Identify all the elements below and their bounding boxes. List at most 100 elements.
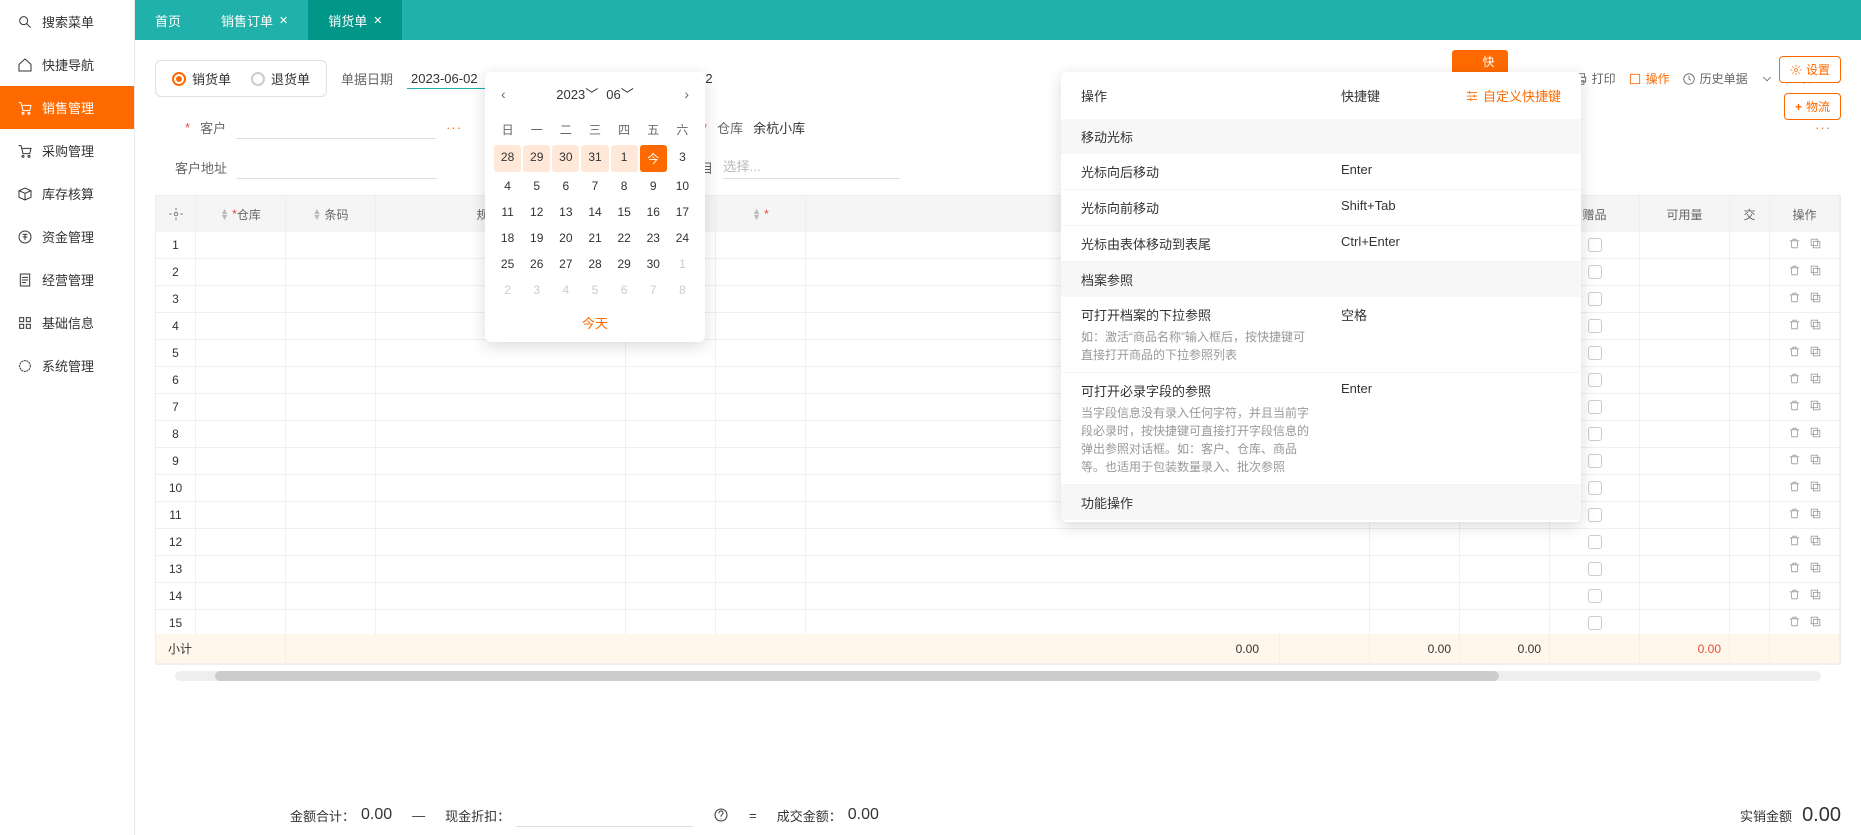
delete-icon[interactable] [1788, 615, 1801, 631]
sidebar-item-7[interactable]: 基础信息 [0, 301, 134, 344]
cal-day[interactable]: 8 [669, 278, 696, 302]
delete-icon[interactable] [1788, 264, 1801, 280]
cal-next[interactable]: › [684, 86, 689, 102]
sidebar-item-6[interactable]: 经营管理 [0, 258, 134, 301]
cal-day[interactable]: 22 [611, 226, 638, 250]
col-barcode[interactable]: ▲▼条码 [286, 196, 376, 232]
cal-year[interactable]: 2023﹀ [556, 84, 598, 103]
copy-icon[interactable] [1809, 318, 1822, 334]
delete-icon[interactable] [1788, 318, 1801, 334]
table-row[interactable]: 15 [156, 610, 1840, 634]
delete-icon[interactable] [1788, 237, 1801, 253]
cal-day[interactable]: 4 [552, 278, 579, 302]
horizontal-scrollbar[interactable] [175, 671, 1821, 681]
gift-checkbox[interactable] [1588, 454, 1602, 468]
col-avail[interactable]: 可用量 [1640, 196, 1730, 232]
col-mid1[interactable]: ▲▼* [716, 196, 806, 232]
gift-checkbox[interactable] [1588, 562, 1602, 576]
copy-icon[interactable] [1809, 372, 1822, 388]
close-icon[interactable]: ✕ [373, 14, 382, 27]
cal-day[interactable]: 26 [523, 252, 550, 276]
table-row[interactable]: 5 [156, 340, 1840, 367]
delete-icon[interactable] [1788, 291, 1801, 307]
cal-day[interactable]: 16 [640, 200, 667, 224]
gift-checkbox[interactable] [1588, 616, 1602, 630]
delete-icon[interactable] [1788, 507, 1801, 523]
table-row[interactable]: 13 [156, 556, 1840, 583]
tab-2[interactable]: 销货单✕ [308, 0, 402, 40]
cal-day[interactable]: 3 [669, 145, 696, 172]
delete-icon[interactable] [1788, 588, 1801, 604]
cal-day[interactable]: 2 [494, 278, 521, 302]
cal-day[interactable]: 28 [581, 252, 608, 276]
copy-icon[interactable] [1809, 534, 1822, 550]
copy-icon[interactable] [1809, 237, 1822, 253]
tab-1[interactable]: 销售订单✕ [201, 0, 308, 40]
cal-day[interactable]: 13 [552, 200, 579, 224]
col-deliver[interactable]: 交 [1730, 196, 1770, 232]
delete-icon[interactable] [1788, 399, 1801, 415]
copy-icon[interactable] [1809, 615, 1822, 631]
copy-icon[interactable] [1809, 264, 1822, 280]
warehouse-value[interactable]: 余杭小库 [753, 118, 805, 137]
gift-checkbox[interactable] [1588, 400, 1602, 414]
copy-icon[interactable] [1809, 426, 1822, 442]
cal-day[interactable]: 12 [523, 200, 550, 224]
gift-checkbox[interactable] [1588, 427, 1602, 441]
table-row[interactable]: 1 [156, 232, 1840, 259]
delete-icon[interactable] [1788, 453, 1801, 469]
settings-button[interactable]: 设置 [1779, 56, 1841, 83]
delete-icon[interactable] [1788, 480, 1801, 496]
delete-icon[interactable] [1788, 426, 1801, 442]
sidebar-item-2[interactable]: 销售管理 [0, 86, 134, 129]
col-gear[interactable] [156, 196, 196, 232]
operate-link[interactable]: 操作 [1628, 70, 1670, 87]
delete-icon[interactable] [1788, 561, 1801, 577]
chevron-down[interactable] [1760, 72, 1774, 86]
cal-month[interactable]: 06﹀ [606, 84, 633, 103]
sidebar-item-3[interactable]: 采购管理 [0, 129, 134, 172]
cal-day[interactable]: 15 [611, 200, 638, 224]
table-row[interactable]: 6 [156, 367, 1840, 394]
gift-checkbox[interactable] [1588, 292, 1602, 306]
table-row[interactable]: 7 [156, 394, 1840, 421]
cal-day[interactable]: 27 [552, 252, 579, 276]
copy-icon[interactable] [1809, 561, 1822, 577]
custom-shortcut-link[interactable]: 自定义快捷键 [1465, 86, 1561, 105]
copy-icon[interactable] [1809, 480, 1822, 496]
table-row[interactable]: 8 [156, 421, 1840, 448]
delete-icon[interactable] [1788, 372, 1801, 388]
cal-day[interactable]: 6 [611, 278, 638, 302]
cal-day[interactable]: 今 [640, 145, 667, 172]
table-row[interactable]: 14 [156, 583, 1840, 610]
cal-day[interactable]: 5 [581, 278, 608, 302]
cal-day[interactable]: 19 [523, 226, 550, 250]
sidebar-item-8[interactable]: 系统管理 [0, 344, 134, 387]
sidebar-item-1[interactable]: 快捷导航 [0, 43, 134, 86]
history-link[interactable]: 历史单据 [1682, 70, 1748, 87]
delete-icon[interactable] [1788, 534, 1801, 550]
cal-day[interactable]: 14 [581, 200, 608, 224]
cal-day[interactable]: 1 [611, 145, 638, 172]
radio-sales[interactable]: 销货单 [172, 69, 231, 88]
col-warehouse[interactable]: ▲▼*仓库 [196, 196, 286, 232]
addr-input[interactable] [237, 155, 437, 179]
cal-day[interactable]: 7 [640, 278, 667, 302]
cal-day[interactable]: 18 [494, 226, 521, 250]
gift-checkbox[interactable] [1588, 319, 1602, 333]
copy-icon[interactable] [1809, 453, 1822, 469]
table-row[interactable]: 9 [156, 448, 1840, 475]
cal-day[interactable]: 10 [669, 174, 696, 198]
cal-day[interactable]: 4 [494, 174, 521, 198]
table-row[interactable]: 10 [156, 475, 1840, 502]
cal-day[interactable]: 5 [523, 174, 550, 198]
table-row[interactable]: 2 [156, 259, 1840, 286]
gift-checkbox[interactable] [1588, 535, 1602, 549]
cal-prev[interactable]: ‹ [501, 86, 506, 102]
logistics-button[interactable]: + 物流 [1784, 93, 1841, 120]
help-icon[interactable] [713, 807, 729, 823]
form-more-icon[interactable]: ··· [1815, 120, 1831, 135]
gift-checkbox[interactable] [1588, 238, 1602, 252]
gift-checkbox[interactable] [1588, 589, 1602, 603]
cal-day[interactable]: 30 [640, 252, 667, 276]
